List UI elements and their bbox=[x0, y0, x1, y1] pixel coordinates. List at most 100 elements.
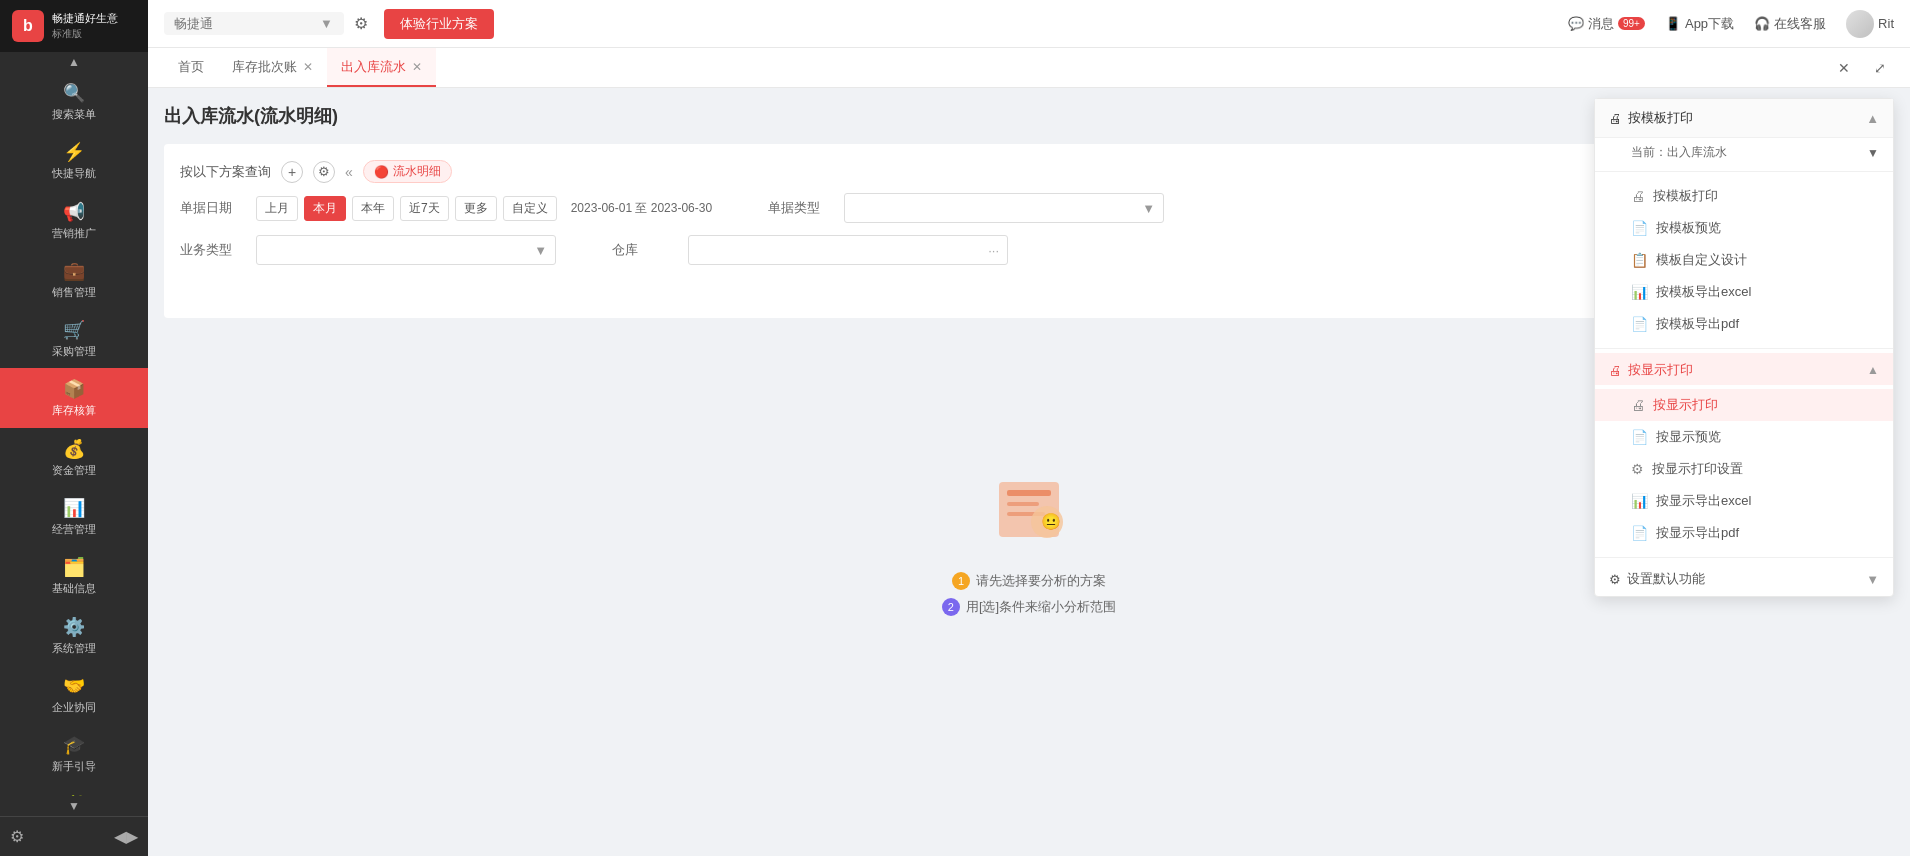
date-btn-last-month[interactable]: 上月 bbox=[256, 196, 298, 221]
dropdown-bottom-text: 设置默认功能 bbox=[1627, 570, 1705, 588]
sidebar-item-search[interactable]: 🔍 搜索菜单 bbox=[0, 72, 148, 131]
topbar-right: 💬 消息 99+ 📱 App下载 🎧 在线客服 Rit bbox=[1568, 10, 1894, 38]
date-btn-this-year[interactable]: 本年 bbox=[352, 196, 394, 221]
trial-btn[interactable]: 体验行业方案 bbox=[384, 9, 494, 39]
scroll-down-btn[interactable]: ▼ bbox=[0, 796, 148, 816]
folder-icon: 🗂️ bbox=[63, 556, 85, 578]
filter-tag-label: 流水明细 bbox=[393, 163, 441, 180]
date-filter: 上月 本月 本年 近7天 更多 自定义 2023-06-01 至 2023-06… bbox=[256, 196, 712, 221]
tab-inout-flow[interactable]: 出入库流水 ✕ bbox=[327, 48, 436, 87]
dropdown-display-preview-item[interactable]: 📄 按显示预览 bbox=[1595, 421, 1893, 453]
chart-icon: 📊 bbox=[63, 497, 85, 519]
display-excel-icon: 📊 bbox=[1631, 493, 1648, 509]
sidebar-item-marketing[interactable]: 📢 营销推广 bbox=[0, 191, 148, 250]
scroll-up-btn[interactable]: ▲ bbox=[0, 52, 148, 72]
message-badge: 99+ bbox=[1618, 17, 1645, 30]
topbar-gear-icon[interactable]: ⚙ bbox=[354, 14, 368, 33]
box-icon: 📦 bbox=[63, 378, 85, 400]
dropdown-template-print-item[interactable]: 🖨 按模板打印 bbox=[1595, 180, 1893, 212]
expand-window-btn[interactable]: ⤢ bbox=[1866, 54, 1894, 82]
tab-batch-ledger-label: 库存批次账 bbox=[232, 58, 297, 76]
filter-tag-icon: 🔴 bbox=[374, 165, 389, 179]
business-type-dropdown[interactable]: ▼ bbox=[256, 235, 556, 265]
sidebar-item-operations[interactable]: 📊 经营管理 bbox=[0, 487, 148, 546]
app-name: 畅捷通好生意 bbox=[52, 11, 118, 26]
dropdown-close-arrow[interactable]: ▲ bbox=[1866, 111, 1879, 126]
sidebar-item-finance[interactable]: 💰 资金管理 bbox=[0, 428, 148, 487]
search-input[interactable] bbox=[174, 16, 314, 31]
display-print-icon: 🖨 bbox=[1631, 397, 1645, 413]
dropdown-display-excel-item[interactable]: 📊 按显示导出excel bbox=[1595, 485, 1893, 517]
avatar bbox=[1846, 10, 1874, 38]
dropdown-display-pdf-item[interactable]: 📄 按显示导出pdf bbox=[1595, 517, 1893, 549]
sidebar-item-quick-nav[interactable]: ⚡ 快捷导航 bbox=[0, 131, 148, 190]
display-print-section: 🖨 按显示打印 📄 按显示预览 ⚙ 按显示打印设置 📊 按显示导出excel 📄 bbox=[1595, 385, 1893, 553]
business-dropdown-icon: ▼ bbox=[534, 243, 547, 258]
logo-icon: b bbox=[12, 10, 44, 42]
online-service-btn[interactable]: 🎧 在线客服 bbox=[1754, 15, 1826, 33]
sidebar-item-sales[interactable]: 💼 销售管理 bbox=[0, 250, 148, 309]
dropdown-template-excel-item[interactable]: 📊 按模板导出excel bbox=[1595, 276, 1893, 308]
filter-tag[interactable]: 🔴 流水明细 bbox=[363, 160, 452, 183]
phone-icon: 📱 bbox=[1665, 16, 1681, 31]
sidebar-item-appstore[interactable]: 🧩 应用中心 bbox=[0, 784, 148, 796]
template-print-label: 按模板打印 bbox=[1653, 187, 1718, 205]
current-selection: 当前：出入库流水 ▼ bbox=[1595, 138, 1893, 167]
display-print-section-icon: 🖨 bbox=[1609, 363, 1622, 378]
sidebar-item-label: 库存核算 bbox=[52, 403, 96, 417]
close-window-btn[interactable]: ✕ bbox=[1830, 54, 1858, 82]
filter-set-btn[interactable]: ⚙ bbox=[313, 161, 335, 183]
type-label: 单据类型 bbox=[768, 199, 828, 217]
empty-tip-1: 1 请先选择要分析的方案 bbox=[952, 572, 1106, 590]
template-print-section: 🖨 按模板打印 📄 按模板预览 📋 模板自定义设计 📊 按模板导出excel 📄 bbox=[1595, 176, 1893, 344]
date-btn-custom[interactable]: 自定义 bbox=[503, 196, 557, 221]
display-print-section-label: 🖨 按显示打印 bbox=[1609, 361, 1693, 379]
date-btn-this-month[interactable]: 本月 bbox=[304, 196, 346, 221]
display-section-arrow[interactable]: ▲ bbox=[1867, 363, 1879, 377]
tip-num-2: 2 bbox=[942, 598, 960, 616]
dropdown-bottom[interactable]: ⚙ 设置默认功能 ▼ bbox=[1595, 562, 1893, 596]
filter-add-btn[interactable]: + bbox=[281, 161, 303, 183]
sidebar-item-label: 企业协同 bbox=[52, 700, 96, 714]
svg-rect-2 bbox=[1007, 502, 1039, 506]
headset-icon: 🎧 bbox=[1754, 16, 1770, 31]
type-dropdown[interactable]: ▼ bbox=[844, 193, 1164, 223]
dropdown-template-pdf-item[interactable]: 📄 按模板导出pdf bbox=[1595, 308, 1893, 340]
message-btn[interactable]: 💬 消息 99+ bbox=[1568, 15, 1645, 33]
sidebar-item-cooperation[interactable]: 🤝 企业协同 bbox=[0, 665, 148, 724]
search-dropdown-icon[interactable]: ▼ bbox=[320, 16, 333, 31]
tab-batch-ledger-close[interactable]: ✕ bbox=[303, 60, 313, 74]
sidebar-item-system[interactable]: ⚙️ 系统管理 bbox=[0, 606, 148, 665]
search-box[interactable]: ▼ bbox=[164, 12, 344, 35]
warehouse-dropdown[interactable]: ··· bbox=[688, 235, 1008, 265]
sidebar-item-guide[interactable]: 🎓 新手引导 bbox=[0, 724, 148, 783]
tab-inout-flow-close[interactable]: ✕ bbox=[412, 60, 422, 74]
app-download-btn[interactable]: 📱 App下载 bbox=[1665, 15, 1734, 33]
tab-home[interactable]: 首页 bbox=[164, 48, 218, 87]
type-dropdown-icon: ▼ bbox=[1142, 201, 1155, 216]
collapse-sidebar-icon[interactable]: ◀▶ bbox=[114, 827, 138, 846]
tab-batch-ledger[interactable]: 库存批次账 ✕ bbox=[218, 48, 327, 87]
empty-illustration: 😐 bbox=[979, 452, 1079, 552]
message-icon: 💬 bbox=[1568, 16, 1584, 31]
dropdown-display-settings-item[interactable]: ⚙ 按显示打印设置 bbox=[1595, 453, 1893, 485]
date-btn-more[interactable]: 更多 bbox=[455, 196, 497, 221]
sidebar: b 畅捷通好生意 标准版 ▲ 🔍 搜索菜单 ⚡ 快捷导航 📢 营销推广 💼 销售… bbox=[0, 0, 148, 856]
template-excel-label: 按模板导出excel bbox=[1656, 283, 1751, 301]
dropdown-divider-2 bbox=[1595, 348, 1893, 349]
sidebar-item-inventory[interactable]: 📦 库存核算 bbox=[0, 368, 148, 427]
sidebar-item-basic[interactable]: 🗂️ 基础信息 bbox=[0, 546, 148, 605]
display-preview-icon: 📄 bbox=[1631, 429, 1648, 445]
date-label: 单据日期 bbox=[180, 199, 240, 217]
cart-icon: 🛒 bbox=[63, 319, 85, 341]
settings-gear-icon[interactable]: ⚙ bbox=[10, 827, 24, 846]
dropdown-template-custom-item[interactable]: 📋 模板自定义设计 bbox=[1595, 244, 1893, 276]
dropdown-template-preview-item[interactable]: 📄 按模板预览 bbox=[1595, 212, 1893, 244]
main-area: ▼ ⚙ 体验行业方案 💬 消息 99+ 📱 App下载 🎧 在线客服 Rit bbox=[148, 0, 1910, 856]
filter-collapse-icon[interactable]: « bbox=[345, 164, 353, 180]
sidebar-item-purchase[interactable]: 🛒 采购管理 bbox=[0, 309, 148, 368]
user-menu[interactable]: Rit bbox=[1846, 10, 1894, 38]
date-btn-7days[interactable]: 近7天 bbox=[400, 196, 449, 221]
sidebar-item-label: 经营管理 bbox=[52, 522, 96, 536]
dropdown-display-print-item[interactable]: 🖨 按显示打印 bbox=[1595, 389, 1893, 421]
